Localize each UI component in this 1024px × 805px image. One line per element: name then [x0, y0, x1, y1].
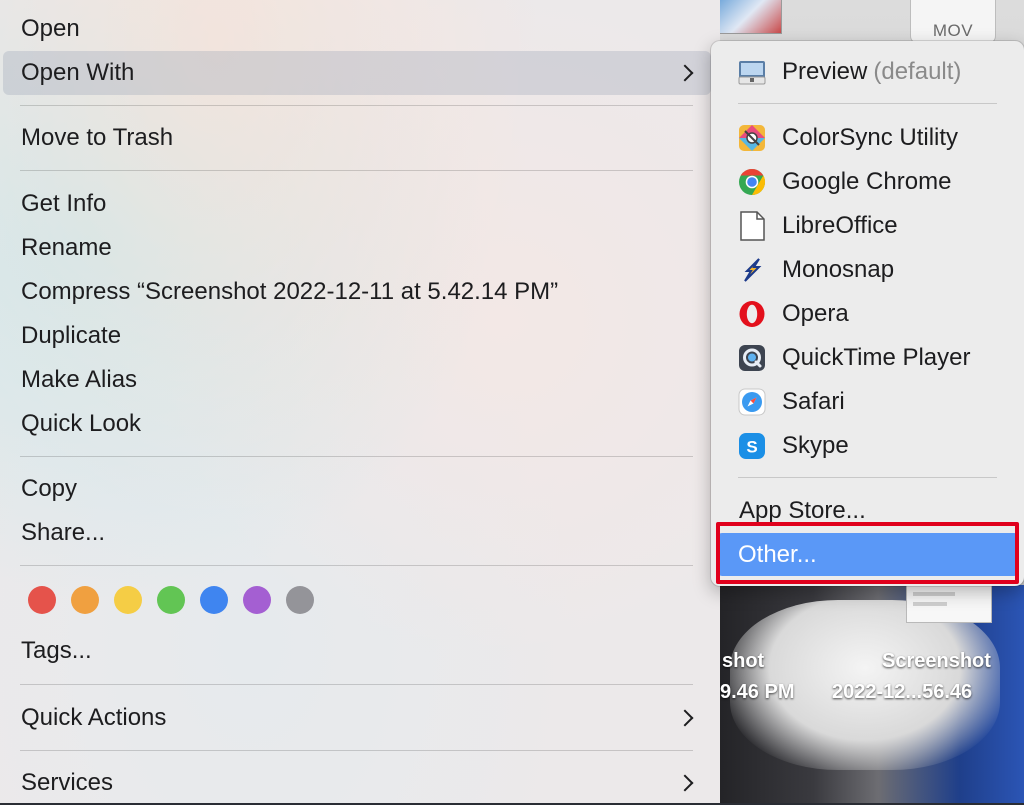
file-date-label[interactable]: 2022-12...56.46 — [832, 681, 972, 704]
file-name-label[interactable]: shot — [722, 650, 764, 673]
menu-item-services[interactable]: Services — [3, 761, 711, 805]
submenu-item-monosnap[interactable]: Monosnap — [718, 248, 1018, 292]
file-thumbnail[interactable] — [718, 0, 782, 34]
preview-icon — [738, 58, 766, 86]
menu-item-compress[interactable]: Compress “Screenshot 2022-12-11 at 5.42.… — [3, 270, 711, 314]
submenu-item-preview[interactable]: Preview (default) — [718, 50, 1018, 94]
tag-purple-dot[interactable] — [243, 586, 271, 614]
skype-icon: S — [738, 432, 766, 460]
menu-separator — [20, 565, 693, 566]
tag-color-row — [28, 586, 314, 614]
opera-icon — [738, 300, 766, 328]
submenu-item-opera[interactable]: Opera — [718, 292, 1018, 336]
monosnap-icon — [738, 256, 766, 284]
submenu-separator — [738, 477, 997, 478]
menu-item-label: Quick Actions — [21, 704, 167, 731]
app-name: LibreOffice — [782, 212, 898, 239]
menu-item-rename[interactable]: Rename — [3, 226, 711, 270]
app-name: ColorSync Utility — [782, 124, 959, 151]
menu-item-copy[interactable]: Copy — [3, 467, 711, 511]
menu-item-quick-look[interactable]: Quick Look — [3, 402, 711, 446]
tag-blue-dot[interactable] — [200, 586, 228, 614]
menu-item-open[interactable]: Open — [3, 7, 711, 51]
safari-icon — [738, 388, 766, 416]
chevron-right-icon — [676, 774, 694, 792]
other-label: Other... — [738, 540, 817, 568]
submenu-item-libreoffice[interactable]: LibreOffice — [718, 204, 1018, 248]
menu-item-open-with[interactable]: Open With — [3, 51, 711, 95]
quicktime-icon — [738, 344, 766, 372]
menu-item-label: Compress “Screenshot 2022-12-11 at 5.42.… — [21, 278, 559, 305]
menu-item-label: Open — [21, 15, 80, 42]
svg-text:S: S — [746, 438, 757, 457]
submenu-item-skype[interactable]: S Skype — [718, 424, 1018, 468]
submenu-item-quicktime[interactable]: QuickTime Player — [718, 336, 1018, 380]
menu-item-quick-actions[interactable]: Quick Actions — [3, 696, 711, 740]
menu-item-label: Get Info — [21, 190, 107, 217]
menu-item-share[interactable]: Share... — [3, 511, 711, 555]
menu-item-duplicate[interactable]: Duplicate — [3, 314, 711, 358]
submenu-item-colorsync[interactable]: ColorSync Utility — [718, 116, 1018, 160]
menu-separator — [20, 684, 693, 685]
app-name: Preview — [782, 58, 868, 85]
menu-item-label: Move to Trash — [21, 124, 174, 151]
open-with-submenu: Preview (default) ColorSync Utility Goog… — [711, 41, 1024, 586]
libreoffice-icon — [738, 211, 766, 241]
submenu-separator — [738, 103, 997, 104]
tag-red-dot[interactable] — [28, 586, 56, 614]
menu-item-label: Quick Look — [21, 410, 142, 437]
chevron-right-icon — [676, 64, 694, 82]
menu-item-label: Copy — [21, 475, 78, 502]
menu-item-move-to-trash[interactable]: Move to Trash — [3, 116, 711, 160]
menu-separator — [20, 456, 693, 457]
menu-item-label: Make Alias — [21, 366, 138, 393]
tag-orange-dot[interactable] — [71, 586, 99, 614]
app-name: Opera — [782, 300, 849, 327]
app-name: Safari — [782, 388, 845, 415]
file-date-label[interactable]: 9.46 PM — [720, 681, 794, 704]
context-menu: Open Open With Move to Trash Get Info Re… — [0, 0, 720, 803]
app-name: Skype — [782, 432, 849, 459]
submenu-item-app-store[interactable]: App Store... — [718, 489, 1018, 533]
colorsync-icon — [738, 124, 766, 152]
menu-separator — [20, 750, 693, 751]
menu-item-get-info[interactable]: Get Info — [3, 182, 711, 226]
submenu-item-chrome[interactable]: Google Chrome — [718, 160, 1018, 204]
app-store-label: App Store... — [739, 497, 866, 524]
app-name: Monosnap — [782, 256, 895, 283]
menu-item-label: Tags... — [21, 637, 92, 664]
menu-item-label: Open With — [21, 59, 135, 86]
menu-item-label: Rename — [21, 234, 112, 261]
submenu-item-safari[interactable]: Safari — [718, 380, 1018, 424]
submenu-item-other[interactable]: Other... — [717, 533, 1019, 576]
app-name: Google Chrome — [782, 168, 952, 195]
menu-separator — [20, 105, 693, 106]
app-name: QuickTime Player — [782, 344, 971, 371]
menu-separator — [20, 170, 693, 171]
file-name-label[interactable]: Screenshot — [882, 650, 991, 673]
mov-label: MOV — [932, 21, 974, 40]
chrome-icon — [738, 168, 766, 196]
chevron-right-icon — [676, 709, 694, 727]
menu-item-label: Share... — [21, 519, 106, 546]
menu-item-tags[interactable]: Tags... — [3, 629, 711, 673]
mov-file-icon[interactable]: MOV — [910, 0, 996, 44]
tag-gray-dot[interactable] — [286, 586, 314, 614]
tag-yellow-dot[interactable] — [114, 586, 142, 614]
menu-item-make-alias[interactable]: Make Alias — [3, 358, 711, 402]
menu-item-label: Services — [21, 769, 114, 796]
menu-item-label: Duplicate — [21, 322, 122, 349]
tag-green-dot[interactable] — [157, 586, 185, 614]
default-suffix: (default) — [873, 58, 962, 85]
